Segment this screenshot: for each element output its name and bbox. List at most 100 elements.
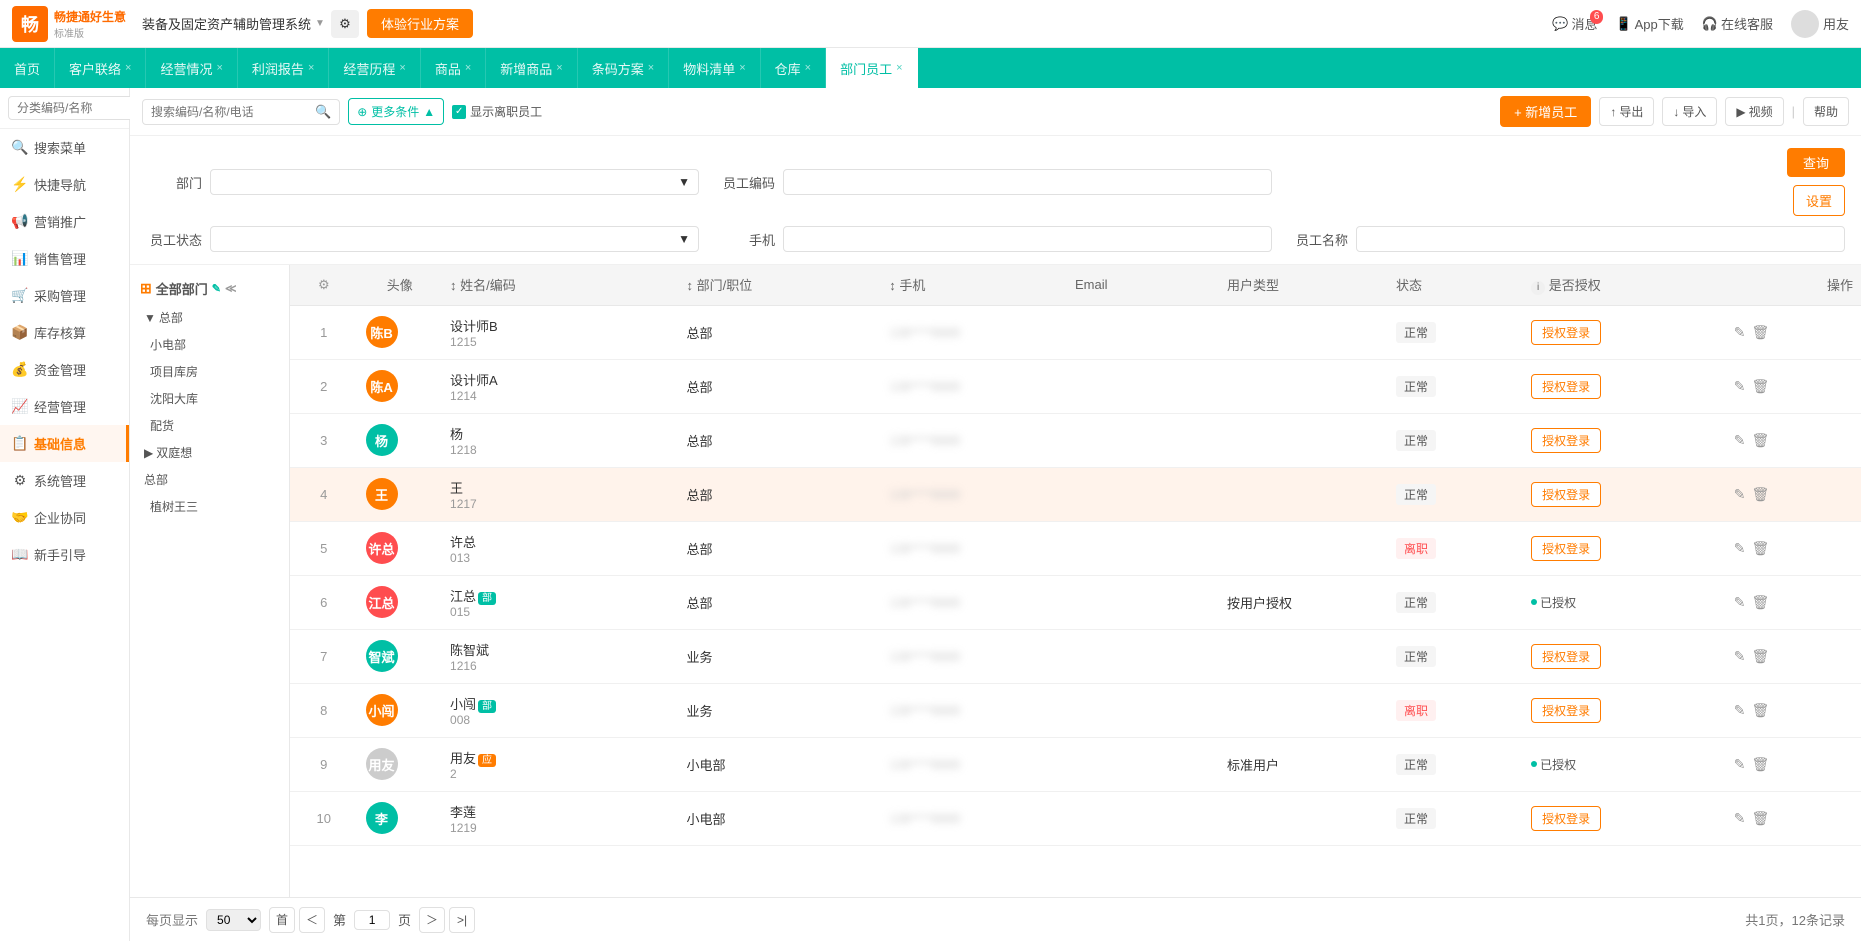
auth-login-button[interactable]: 授权登录: [1531, 644, 1601, 669]
auth-login-button[interactable]: 授权登录: [1531, 374, 1601, 399]
nav-tab-经营情况[interactable]: 经营情况 ×: [146, 48, 237, 88]
close-tab-icon[interactable]: ×: [648, 62, 654, 74]
nav-tab-新增商品[interactable]: 新增商品 ×: [486, 48, 577, 88]
edit-icon[interactable]: ✎: [1734, 594, 1746, 611]
sidebar-item-经营管理[interactable]: 📈经营管理: [0, 388, 129, 425]
nav-tab-客户联络[interactable]: 客户联络 ×: [55, 48, 146, 88]
add-employee-button[interactable]: + 新增员工: [1500, 96, 1591, 127]
filter-dept-select[interactable]: ▼: [210, 169, 699, 195]
dept-item-zhishuwangsan[interactable]: 植树王三: [130, 493, 289, 520]
sidebar-item-企业协同[interactable]: 🤝企业协同: [0, 499, 129, 536]
nav-tab-仓库[interactable]: 仓库 ×: [761, 48, 826, 88]
nav-tab-利润报告[interactable]: 利润报告 ×: [238, 48, 329, 88]
page-number-input[interactable]: [354, 910, 390, 930]
close-tab-icon[interactable]: ×: [556, 62, 562, 74]
search-input[interactable]: [151, 105, 311, 119]
nav-tab-部门员工[interactable]: 部门员工 ×: [826, 48, 917, 88]
sidebar-item-采购管理[interactable]: 🛒采购管理: [0, 277, 129, 314]
close-tab-icon[interactable]: ×: [805, 62, 811, 74]
dept-item-xiaodianbu[interactable]: 小电部: [130, 331, 289, 358]
nav-tab-商品[interactable]: 商品 ×: [421, 48, 486, 88]
sidebar-item-新手引导[interactable]: 📖新手引导: [0, 536, 129, 573]
user-menu[interactable]: 用友: [1791, 10, 1849, 38]
more-filter-button[interactable]: ⊕ 更多条件 ▲: [348, 98, 444, 125]
video-button[interactable]: ▶ 视频: [1725, 97, 1783, 126]
edit-icon[interactable]: ✎: [1734, 648, 1746, 665]
sidebar-item-销售管理[interactable]: 📊销售管理: [0, 240, 129, 277]
nav-tab-物料清单[interactable]: 物料清单 ×: [669, 48, 760, 88]
delete-icon[interactable]: 🗑: [1752, 702, 1770, 719]
filter-empname-input[interactable]: [1356, 226, 1845, 252]
close-tab-icon[interactable]: ×: [125, 62, 131, 74]
delete-icon[interactable]: 🗑: [1752, 648, 1770, 665]
next-page-button[interactable]: ＞: [419, 907, 445, 933]
sidebar-item-资金管理[interactable]: 💰资金管理: [0, 351, 129, 388]
dept-zonbu-toggle[interactable]: ▼ 总部: [130, 304, 289, 331]
trial-button[interactable]: 体验行业方案: [367, 9, 473, 38]
auth-login-button[interactable]: 授权登录: [1531, 806, 1601, 831]
sidebar-item-营销推广[interactable]: 📢营销推广: [0, 203, 129, 240]
edit-icon[interactable]: ✎: [1734, 756, 1746, 773]
edit-icon[interactable]: ✎: [1734, 540, 1746, 557]
filter-status-select[interactable]: ▼: [210, 226, 699, 252]
nav-tab-经营历程[interactable]: 经营历程 ×: [329, 48, 420, 88]
col-dept-header[interactable]: ↕ 部门/职位: [679, 265, 882, 305]
edit-icon[interactable]: ✎: [1734, 486, 1746, 503]
nav-tab-条码方案[interactable]: 条码方案 ×: [578, 48, 669, 88]
online-support[interactable]: 🎧在线客服: [1702, 14, 1773, 33]
last-page-button[interactable]: >|: [449, 907, 475, 933]
prev-page-button[interactable]: ＜: [299, 907, 325, 933]
dept-item-peihuo[interactable]: 配货: [130, 412, 289, 439]
delete-icon[interactable]: 🗑: [1752, 594, 1770, 611]
delete-icon[interactable]: 🗑: [1752, 432, 1770, 449]
close-tab-icon[interactable]: ×: [896, 62, 902, 74]
filter-phone-input[interactable]: [783, 226, 1272, 252]
import-button[interactable]: ↓ 导入: [1662, 97, 1717, 126]
dept-item-shenyangdaku[interactable]: 沈阳大库: [130, 385, 289, 412]
nav-tab-首页[interactable]: 首页: [0, 48, 55, 88]
auth-login-button[interactable]: 授权登录: [1531, 428, 1601, 453]
col-phone-header[interactable]: ↕ 手机: [881, 265, 1067, 305]
auth-login-button[interactable]: 授权登录: [1531, 320, 1601, 345]
help-button[interactable]: 帮助: [1803, 97, 1849, 126]
close-tab-icon[interactable]: ×: [465, 62, 471, 74]
col-settings-icon[interactable]: ⚙: [290, 265, 358, 305]
edit-icon[interactable]: ✎: [212, 282, 221, 295]
delete-icon[interactable]: 🗑: [1752, 486, 1770, 503]
close-tab-icon[interactable]: ×: [216, 62, 222, 74]
dept-zonbu2[interactable]: 总部: [130, 466, 289, 493]
dept-shuangtingxiang[interactable]: ▶ 双庭想: [130, 439, 289, 466]
delete-icon[interactable]: 🗑: [1752, 756, 1770, 773]
auth-login-button[interactable]: 授权登录: [1531, 536, 1601, 561]
close-tab-icon[interactable]: ×: [739, 62, 745, 74]
dept-item-xiangmuKufang[interactable]: 项目库房: [130, 358, 289, 385]
edit-icon[interactable]: ✎: [1734, 324, 1746, 341]
dept-all-header[interactable]: ⊞ 全部部门 ✎ ≪: [130, 273, 289, 304]
collapse-icon[interactable]: ≪: [225, 282, 237, 295]
filter-empcode-input[interactable]: [783, 169, 1272, 195]
search-button[interactable]: 查询: [1787, 148, 1845, 177]
settings-button[interactable]: 设置: [1793, 185, 1845, 216]
show-inactive-toggle[interactable]: ✓ 显示离职员工: [452, 103, 542, 120]
edit-icon[interactable]: ✎: [1734, 432, 1746, 449]
sidebar-item-搜索菜单[interactable]: 🔍搜索菜单: [0, 129, 129, 166]
edit-icon[interactable]: ✎: [1734, 702, 1746, 719]
delete-icon[interactable]: 🗑: [1752, 810, 1770, 827]
delete-icon[interactable]: 🗑: [1752, 378, 1770, 395]
page-size-select[interactable]: 50 20 100: [206, 909, 261, 931]
sidebar-item-快捷导航[interactable]: ⚡快捷导航: [0, 166, 129, 203]
delete-icon[interactable]: 🗑: [1752, 540, 1770, 557]
message-icon[interactable]: 💬消息 6: [1552, 14, 1597, 33]
delete-icon[interactable]: 🗑: [1752, 324, 1770, 341]
sidebar-item-库存核算[interactable]: 📦库存核算: [0, 314, 129, 351]
close-tab-icon[interactable]: ×: [399, 62, 405, 74]
auth-login-button[interactable]: 授权登录: [1531, 482, 1601, 507]
edit-icon[interactable]: ✎: [1734, 378, 1746, 395]
first-page-button[interactable]: 首: [269, 907, 295, 933]
search-icon[interactable]: 🔍: [315, 104, 331, 120]
auth-login-button[interactable]: 授权登录: [1531, 698, 1601, 723]
sidebar-item-基础信息[interactable]: 📋基础信息: [0, 425, 129, 462]
search-box[interactable]: 🔍: [142, 99, 340, 125]
edit-icon[interactable]: ✎: [1734, 810, 1746, 827]
export-button[interactable]: ↑ 导出: [1599, 97, 1654, 126]
